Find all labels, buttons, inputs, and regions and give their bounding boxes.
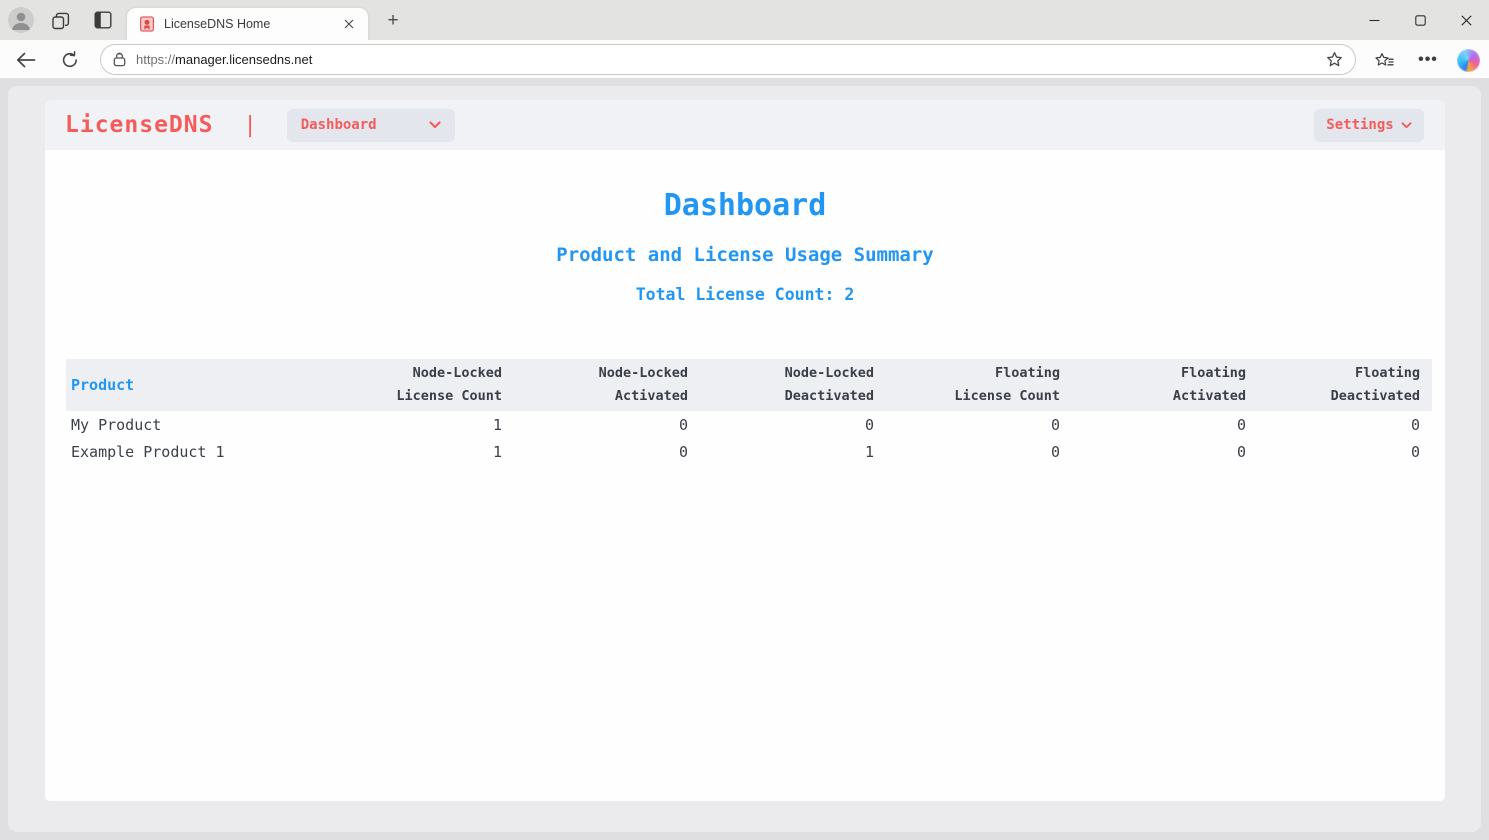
column-header-floating-count: Floating License Count bbox=[874, 359, 1060, 411]
total-license-count: Total License Count: 2 bbox=[45, 285, 1445, 304]
minimize-icon[interactable] bbox=[1351, 0, 1397, 40]
value-cell: 0 bbox=[688, 411, 874, 438]
column-header-floating-deactivated: Floating Deactivated bbox=[1246, 359, 1432, 411]
brand-divider: | bbox=[243, 113, 256, 138]
table-row[interactable]: Example Product 1 1 0 1 0 0 0 bbox=[66, 438, 1432, 465]
brand-logo[interactable]: LicenseDNS bbox=[65, 112, 213, 138]
page-title: Dashboard bbox=[45, 188, 1445, 223]
browser-window: LicenseDNS Home + bbox=[0, 0, 1489, 840]
copilot-icon[interactable] bbox=[1455, 47, 1481, 73]
nav-dropdown-label: Dashboard bbox=[301, 117, 377, 133]
browser-toolbar: https://manager.licensedns.net ••• bbox=[0, 40, 1489, 78]
value-cell: 0 bbox=[1246, 438, 1432, 465]
usage-table: Product Node-Locked License Count Node-L… bbox=[66, 359, 1432, 465]
web-viewport: LicenseDNS | Dashboard Settings Dashboar… bbox=[8, 86, 1481, 832]
browser-tab[interactable]: LicenseDNS Home bbox=[127, 8, 368, 40]
tab-title: LicenseDNS Home bbox=[164, 17, 340, 31]
chevron-down-icon bbox=[1401, 122, 1412, 129]
nav-dropdown-dashboard[interactable]: Dashboard bbox=[287, 109, 455, 142]
url-host: manager.licensedns.net bbox=[175, 52, 312, 67]
value-cell: 1 bbox=[688, 438, 874, 465]
close-window-icon[interactable] bbox=[1443, 0, 1489, 40]
value-cell: 0 bbox=[1060, 438, 1246, 465]
table-row[interactable]: My Product 1 0 0 0 0 0 bbox=[66, 411, 1432, 438]
profile-icon bbox=[8, 7, 34, 33]
table-header-row: Product Node-Locked License Count Node-L… bbox=[66, 359, 1432, 411]
chevron-down-icon bbox=[429, 121, 441, 129]
tab-strip: LicenseDNS Home + bbox=[0, 0, 1489, 40]
window-frame: LicenseDNS | Dashboard Settings Dashboar… bbox=[0, 78, 1489, 840]
page-subtitle: Product and License Usage Summary bbox=[45, 244, 1445, 266]
value-cell: 0 bbox=[874, 411, 1060, 438]
tab-actions-icon[interactable] bbox=[93, 10, 113, 30]
settings-dropdown[interactable]: Settings bbox=[1314, 109, 1424, 142]
main-content-card: Dashboard Product and License Usage Summ… bbox=[45, 150, 1445, 801]
address-bar[interactable]: https://manager.licensedns.net bbox=[100, 44, 1356, 75]
column-header-nodelocked-count: Node-Locked License Count bbox=[316, 359, 502, 411]
maximize-icon[interactable] bbox=[1397, 0, 1443, 40]
value-cell: 0 bbox=[1246, 411, 1432, 438]
workspaces-icon[interactable] bbox=[51, 10, 71, 30]
url-scheme: https:// bbox=[136, 52, 175, 67]
window-controls bbox=[1351, 0, 1489, 40]
value-cell: 1 bbox=[316, 411, 502, 438]
favorites-hub-icon[interactable] bbox=[1372, 47, 1398, 73]
favorite-star-icon[interactable] bbox=[1326, 51, 1343, 68]
settings-dropdown-label: Settings bbox=[1326, 117, 1393, 133]
column-header-floating-activated: Floating Activated bbox=[1060, 359, 1246, 411]
settings-more-icon[interactable]: ••• bbox=[1415, 47, 1441, 73]
site-favicon bbox=[139, 16, 155, 32]
lock-icon[interactable] bbox=[113, 52, 126, 67]
new-tab-button[interactable]: + bbox=[381, 9, 405, 33]
column-header-nodelocked-deactivated: Node-Locked Deactivated bbox=[688, 359, 874, 411]
column-header-product[interactable]: Product bbox=[66, 359, 316, 411]
value-cell: 0 bbox=[502, 411, 688, 438]
site-header: LicenseDNS | Dashboard Settings bbox=[45, 100, 1445, 150]
value-cell: 0 bbox=[502, 438, 688, 465]
product-name-cell: Example Product 1 bbox=[66, 438, 316, 465]
back-icon[interactable] bbox=[14, 48, 38, 72]
tab-close-icon[interactable] bbox=[340, 15, 358, 33]
column-header-nodelocked-activated: Node-Locked Activated bbox=[502, 359, 688, 411]
profile-avatar[interactable] bbox=[8, 7, 34, 33]
value-cell: 0 bbox=[1060, 411, 1246, 438]
value-cell: 1 bbox=[316, 438, 502, 465]
product-name-cell: My Product bbox=[66, 411, 316, 438]
value-cell: 0 bbox=[874, 438, 1060, 465]
refresh-icon[interactable] bbox=[58, 48, 82, 72]
